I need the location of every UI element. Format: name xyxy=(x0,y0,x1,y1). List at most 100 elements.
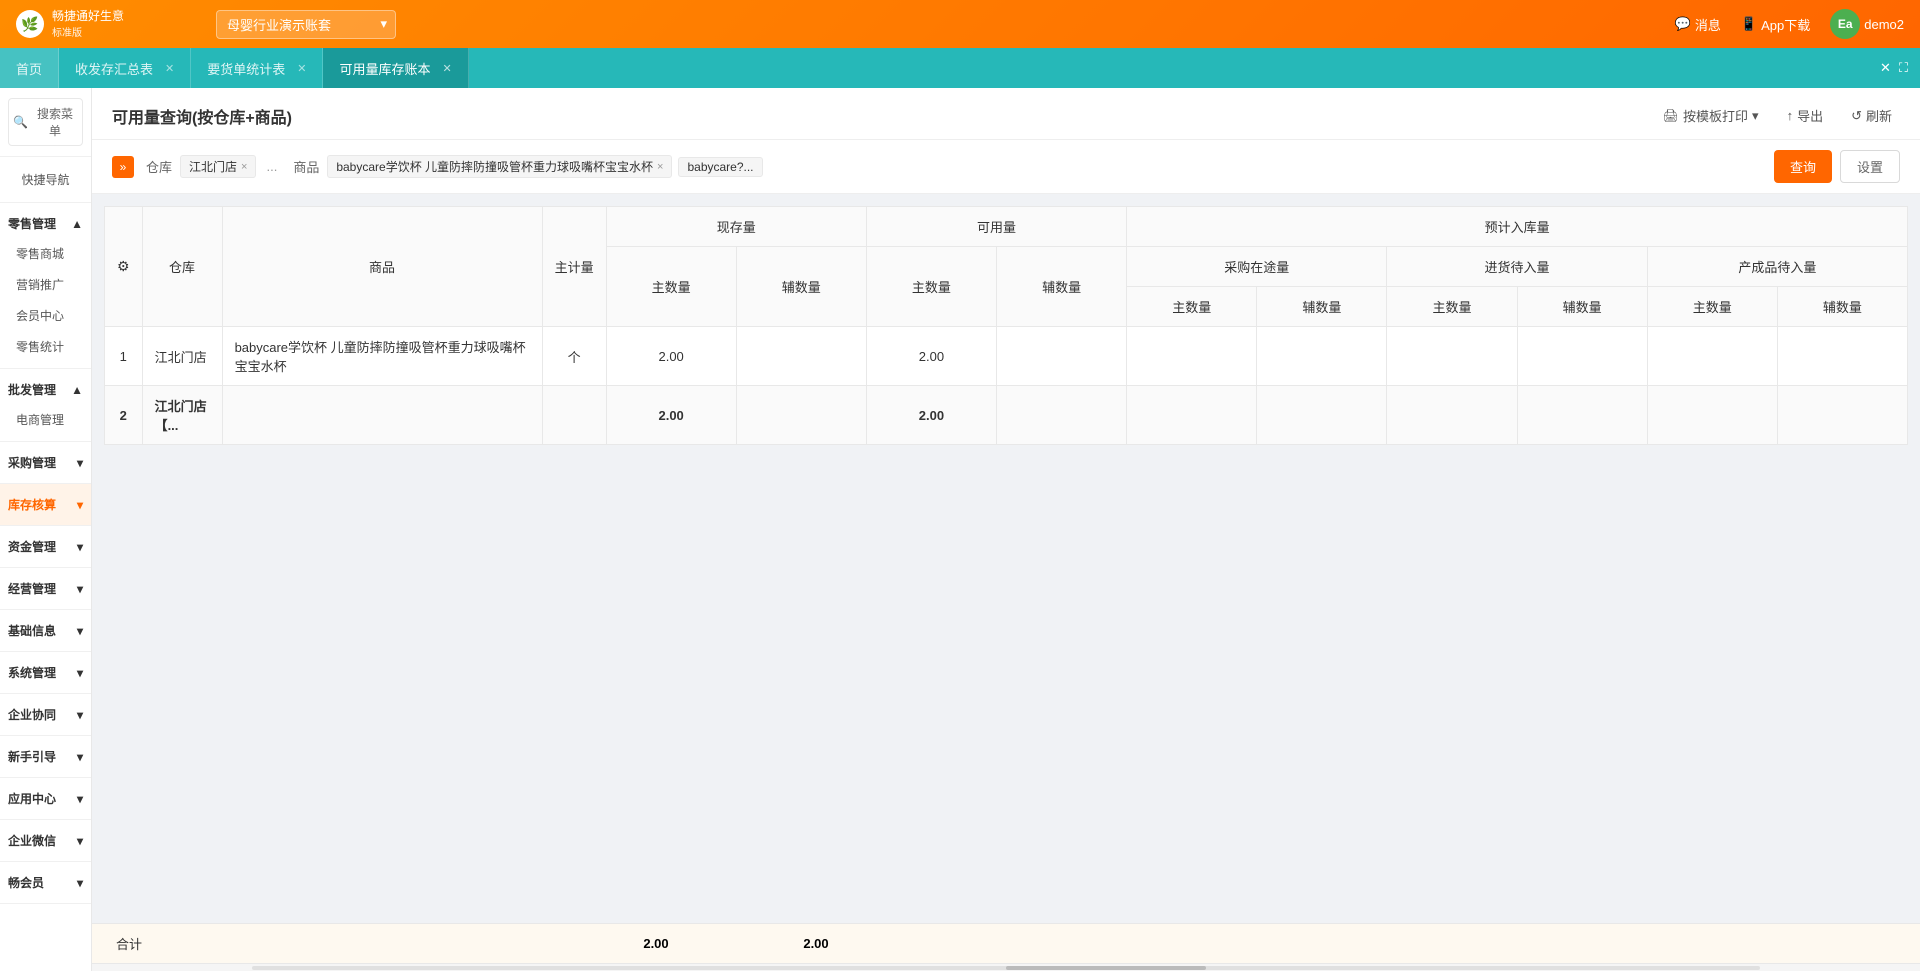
print-icon: 🖨 xyxy=(1663,108,1680,124)
search-menu-btn[interactable]: 🔍 搜索菜单 xyxy=(8,98,83,146)
wholesale-arrow: ▲ xyxy=(71,383,83,397)
product-tag-1-close[interactable]: × xyxy=(657,161,663,173)
basic-label: 基础信息 xyxy=(8,622,56,639)
cell-index-1: 1 xyxy=(105,327,143,386)
main-layout: 🔍 搜索菜单 快捷导航 零售管理 ▲ 零售商城 营销推广 会员中心 零售统计 批… xyxy=(0,88,1920,971)
inventory-arrow: ▾ xyxy=(77,498,83,512)
sidebar-retail-title[interactable]: 零售管理 ▲ xyxy=(0,209,91,238)
subtotal-purchase-main xyxy=(1127,386,1257,445)
tab-close-all-icon[interactable]: ✕ xyxy=(1880,60,1891,76)
tab-available-inventory-close[interactable]: ✕ xyxy=(443,62,452,75)
sidebar-appstore-title[interactable]: 应用中心 ▾ xyxy=(0,784,91,813)
product-filter-tags: babycare学饮杯 儿童防摔防撞吸管杯重力球吸嘴杯宝宝水杯 × babyca… xyxy=(327,155,762,178)
appstore-arrow: ▾ xyxy=(77,792,83,806)
user-profile[interactable]: Ea demo2 xyxy=(1830,9,1904,39)
tab-available-inventory[interactable]: 可用量库存账本 ✕ xyxy=(323,48,468,88)
scrollbar-track[interactable] xyxy=(252,966,1760,970)
refresh-btn[interactable]: ↺ 刷新 xyxy=(1843,102,1900,129)
sidebar-inventory-title[interactable]: 库存核算 ▾ xyxy=(0,490,91,519)
col-purchase-aux-header: 辅数量 xyxy=(1257,287,1387,327)
product-tag-2: babycare?... xyxy=(678,157,762,177)
cell-production-main-1 xyxy=(1647,327,1777,386)
sidebar-finance-title[interactable]: 资金管理 ▾ xyxy=(0,532,91,561)
query-btn[interactable]: 查询 xyxy=(1774,150,1832,183)
table-footer: 合计 2.00 2.00 xyxy=(92,923,1920,963)
sidebar-wechat-title[interactable]: 企业微信 ▾ xyxy=(0,826,91,855)
warehouse-tag-value: 江北门店 xyxy=(189,158,237,175)
filter-bar: » 仓库 江北门店 × ... 商品 babycare学饮杯 儿童防摔防撞吸管杯… xyxy=(92,140,1920,194)
industry-label: 母婴行业演示账套 xyxy=(227,18,331,33)
sidebar-system-title[interactable]: 系统管理 ▾ xyxy=(0,658,91,687)
sidebar-corp-title[interactable]: 企业协同 ▾ xyxy=(0,700,91,729)
sidebar-section-system: 系统管理 ▾ xyxy=(0,652,91,694)
settings-btn[interactable]: 设置 xyxy=(1840,150,1900,183)
phone-icon: 📱 xyxy=(1741,16,1757,32)
page-actions: 🖨 按模板打印 ▾ ↑ 导出 ↺ 刷新 xyxy=(1655,102,1901,129)
sidebar-item-marketing[interactable]: 营销推广 xyxy=(0,269,91,300)
app-download-btn[interactable]: 📱 App下载 xyxy=(1741,15,1810,34)
sidebar-wholesale-title[interactable]: 批发管理 ▲ xyxy=(0,375,91,404)
filter-expand-btn[interactable]: » xyxy=(112,156,134,178)
sidebar-item-quick-nav[interactable]: 快捷导航 xyxy=(0,163,91,196)
tab-bar: 首页 收发存汇总表 ✕ 要货单统计表 ✕ 可用量库存账本 ✕ ✕ ⛶ xyxy=(0,48,1920,88)
subtotal-stock-aux xyxy=(736,386,866,445)
col-purchase-transit-header: 采购在途量 xyxy=(1127,247,1387,287)
wechat-label: 企业微信 xyxy=(8,832,56,849)
subtotal-warehouse: 江北门店【... xyxy=(142,386,222,445)
col-stock-main-header: 主数量 xyxy=(606,247,736,327)
col-incoming-pending-header: 进货待入量 xyxy=(1387,247,1647,287)
total-label: 合计 xyxy=(104,934,224,953)
cell-available-main-1: 2.00 xyxy=(866,327,996,386)
username: demo2 xyxy=(1864,17,1904,32)
col-product-header: 商品 xyxy=(222,207,542,327)
subtotal-stock-main: 2.00 xyxy=(606,386,736,445)
subtotal-available-aux xyxy=(997,386,1127,445)
filter-warehouse-group: 仓库 江北门店 × ... xyxy=(146,155,281,178)
col-production-main-header: 主数量 xyxy=(1647,287,1777,327)
changhui-arrow: ▾ xyxy=(77,876,83,890)
industry-selector[interactable]: 母婴行业演示账套 xyxy=(216,10,396,39)
sidebar-guide-title[interactable]: 新手引导 ▾ xyxy=(0,742,91,771)
cell-production-aux-1 xyxy=(1777,327,1907,386)
col-settings-header[interactable]: ⚙ xyxy=(105,207,143,327)
tab-order-stats-label: 要货单统计表 xyxy=(207,59,285,78)
sidebar-item-retail-stats[interactable]: 零售统计 xyxy=(0,331,91,362)
sidebar-section-operation: 经营管理 ▾ xyxy=(0,568,91,610)
sidebar-nav: 快捷导航 xyxy=(0,157,91,203)
sidebar-item-retail-mall[interactable]: 零售商城 xyxy=(0,238,91,269)
cell-purchase-main-1 xyxy=(1127,327,1257,386)
print-btn[interactable]: 🖨 按模板打印 ▾ xyxy=(1655,102,1767,129)
export-btn[interactable]: ↑ 导出 xyxy=(1779,102,1832,129)
sidebar-operation-title[interactable]: 经营管理 ▾ xyxy=(0,574,91,603)
total-available-main: 2.00 xyxy=(776,936,856,951)
sidebar-item-member-center[interactable]: 会员中心 xyxy=(0,300,91,331)
col-purchase-main-header: 主数量 xyxy=(1127,287,1257,327)
tab-receive-summary-close[interactable]: ✕ xyxy=(165,62,174,75)
tab-available-inventory-label: 可用量库存账本 xyxy=(339,59,430,78)
sidebar-purchase-title[interactable]: 采购管理 ▾ xyxy=(0,448,91,477)
warehouse-tag-close[interactable]: × xyxy=(241,161,247,173)
cell-purchase-aux-1 xyxy=(1257,327,1387,386)
message-icon: 💬 xyxy=(1675,16,1691,32)
sidebar-changhui-title[interactable]: 畅会员 ▾ xyxy=(0,868,91,897)
logo-name: 畅捷通好生意 xyxy=(52,9,124,25)
tab-receive-summary-label: 收发存汇总表 xyxy=(75,59,153,78)
tab-home[interactable]: 首页 xyxy=(0,48,59,88)
tab-order-stats-close[interactable]: ✕ xyxy=(297,62,306,75)
sidebar-item-ecommerce[interactable]: 电商管理 xyxy=(0,404,91,435)
tab-order-stats[interactable]: 要货单统计表 ✕ xyxy=(191,48,323,88)
subtotal-production-aux xyxy=(1777,386,1907,445)
wechat-arrow: ▾ xyxy=(77,834,83,848)
message-btn[interactable]: 💬 消息 xyxy=(1675,15,1721,34)
tab-maximize-icon[interactable]: ⛶ xyxy=(1899,60,1908,76)
retail-arrow: ▲ xyxy=(71,217,83,231)
scrollbar-thumb[interactable] xyxy=(1006,966,1206,970)
warehouse-filter-dots[interactable]: ... xyxy=(262,159,281,174)
sidebar-section-basic: 基础信息 ▾ xyxy=(0,610,91,652)
data-table: ⚙ 仓库 商品 主计量 现存量 可用量 预计入库量 主数量 辅数量 主数量 辅数… xyxy=(104,206,1908,445)
sidebar-basic-title[interactable]: 基础信息 ▾ xyxy=(0,616,91,645)
tab-receive-summary[interactable]: 收发存汇总表 ✕ xyxy=(59,48,191,88)
operation-label: 经营管理 xyxy=(8,580,56,597)
export-label: 导出 xyxy=(1797,106,1823,125)
corp-label: 企业协同 xyxy=(8,706,56,723)
